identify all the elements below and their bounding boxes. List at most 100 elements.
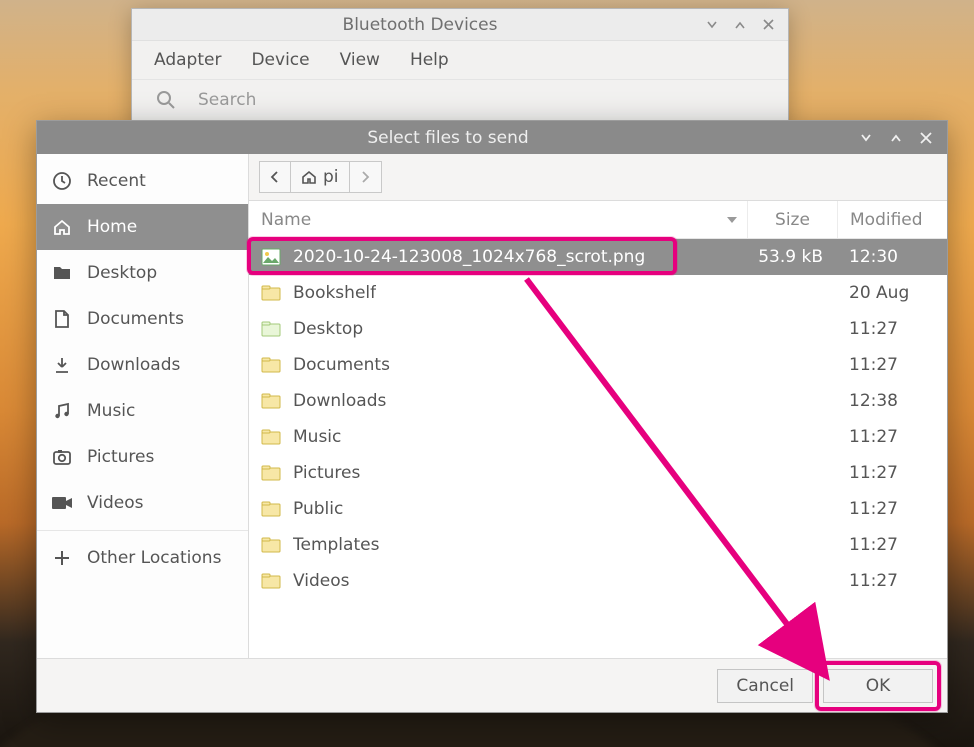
file-name: Videos (293, 571, 350, 591)
file-modified: 11:27 (837, 535, 947, 555)
sidebar-item-desktop[interactable]: Desktop (37, 250, 248, 296)
dialog-minimize-icon[interactable] (851, 123, 881, 153)
folder-row[interactable]: Documents 11:27 (249, 347, 947, 383)
video-icon (51, 495, 73, 511)
sidebar-item-label: Videos (87, 493, 144, 513)
file-modified: 11:27 (837, 319, 947, 339)
clock-icon (51, 171, 73, 191)
folder-row[interactable]: Templates 11:27 (249, 527, 947, 563)
sidebar-item-home[interactable]: Home (37, 204, 248, 250)
sidebar-item-pictures[interactable]: Pictures (37, 434, 248, 480)
column-name[interactable]: Name (249, 210, 747, 230)
download-icon (51, 355, 73, 375)
folder-icon (261, 535, 281, 555)
file-modified: 12:38 (837, 391, 947, 411)
file-modified: 11:27 (837, 499, 947, 519)
sidebar-item-recent[interactable]: Recent (37, 158, 248, 204)
column-size[interactable]: Size (747, 201, 837, 238)
sidebar-item-label: Desktop (87, 263, 157, 283)
folder-row[interactable]: Bookshelf 20 Aug (249, 275, 947, 311)
sidebar-item-documents[interactable]: Documents (37, 296, 248, 342)
path-segment-label: pi (323, 167, 339, 187)
home-icon (301, 169, 317, 185)
folder-icon (261, 499, 281, 519)
sidebar-item-music[interactable]: Music (37, 388, 248, 434)
file-name: Templates (293, 535, 379, 555)
sidebar-item-label: Music (87, 401, 135, 421)
desktop-background: Bluetooth Devices Adapter Device View He… (0, 0, 974, 747)
sidebar-item-label: Home (87, 217, 137, 237)
dialog-title: Select files to send (45, 128, 851, 148)
bt-toolbar-search-label: Search (198, 90, 256, 110)
music-icon (51, 401, 73, 421)
image-icon (261, 247, 281, 267)
folder-icon (261, 571, 281, 591)
folder-row[interactable]: Downloads 12:38 (249, 383, 947, 419)
file-name: Public (293, 499, 343, 519)
file-modified: 12:30 (837, 247, 947, 267)
sidebar-item-label: Downloads (87, 355, 180, 375)
sidebar-item-label: Documents (87, 309, 184, 329)
column-modified[interactable]: Modified (837, 201, 947, 238)
menu-help[interactable]: Help (396, 44, 463, 76)
file-modified: 11:27 (837, 463, 947, 483)
sort-desc-icon (727, 217, 737, 223)
folder-icon (261, 463, 281, 483)
folder-row[interactable]: Pictures 11:27 (249, 455, 947, 491)
column-headers: Name Size Modified (249, 201, 947, 239)
places-sidebar: Recent Home Desktop Documents Downloads Music… (37, 154, 249, 658)
file-modified: 11:27 (837, 355, 947, 375)
folder-icon (261, 319, 281, 339)
file-size: 53.9 kB (747, 247, 837, 267)
folder-row[interactable]: Music11:27 (249, 419, 947, 455)
file-name: Documents (293, 355, 390, 375)
sidebar-item-downloads[interactable]: Downloads (37, 342, 248, 388)
file-name: Bookshelf (293, 283, 376, 303)
maximize-icon[interactable] (726, 11, 754, 39)
folder-row[interactable]: Videos11:27 (249, 563, 947, 599)
folder-icon (261, 283, 281, 303)
folder-row[interactable]: Desktop11:27 (249, 311, 947, 347)
menu-view[interactable]: View (326, 44, 394, 76)
path-bar: pi (249, 154, 947, 200)
bluetooth-devices-window: Bluetooth Devices Adapter Device View He… (131, 8, 789, 128)
file-name: Downloads (293, 391, 386, 411)
bt-titlebar: Bluetooth Devices (132, 9, 788, 41)
dialog-close-icon[interactable] (911, 123, 941, 153)
menu-device[interactable]: Device (237, 44, 323, 76)
sidebar-item-label: Recent (87, 171, 146, 191)
path-prev-button[interactable] (259, 161, 291, 193)
file-icon (51, 309, 73, 329)
file-modified: 20 Aug (837, 283, 947, 303)
sidebar-separator (37, 530, 248, 531)
cancel-button[interactable]: Cancel (717, 669, 813, 703)
folder-icon (261, 391, 281, 411)
sidebar-item-label: Pictures (87, 447, 154, 467)
menu-adapter[interactable]: Adapter (140, 44, 235, 76)
minimize-icon[interactable] (698, 11, 726, 39)
bt-window-title: Bluetooth Devices (142, 15, 698, 35)
close-icon[interactable] (754, 11, 782, 39)
file-name: 2020-10-24-123008_1024x768_scrot.png (293, 247, 645, 267)
folder-icon (261, 355, 281, 375)
dialog-footer: Cancel OK (37, 658, 947, 712)
file-name: Pictures (293, 463, 360, 483)
home-icon (51, 217, 73, 237)
plus-icon (51, 549, 73, 567)
folder-row[interactable]: Public 11:27 (249, 491, 947, 527)
file-panel: pi Name Size (249, 154, 947, 658)
path-next-button[interactable] (350, 161, 382, 193)
ok-button[interactable]: OK (823, 669, 933, 703)
dialog-titlebar: Select files to send (37, 121, 947, 154)
folder-icon (261, 427, 281, 447)
camera-icon (51, 448, 73, 466)
sidebar-item-videos[interactable]: Videos (37, 480, 248, 526)
dialog-maximize-icon[interactable] (881, 123, 911, 153)
file-list: Name Size Modified 2020-10-24-123008_102… (249, 200, 947, 658)
folder-solid-icon (51, 264, 73, 282)
path-segment-home[interactable]: pi (291, 161, 350, 193)
file-name: Music (293, 427, 341, 447)
file-row[interactable]: 2020-10-24-123008_1024x768_scrot.png 53.9… (249, 239, 947, 275)
file-chooser-dialog: Select files to send Recent Home Desktop Do… (36, 120, 948, 713)
sidebar-item-other[interactable]: Other Locations (37, 535, 248, 581)
